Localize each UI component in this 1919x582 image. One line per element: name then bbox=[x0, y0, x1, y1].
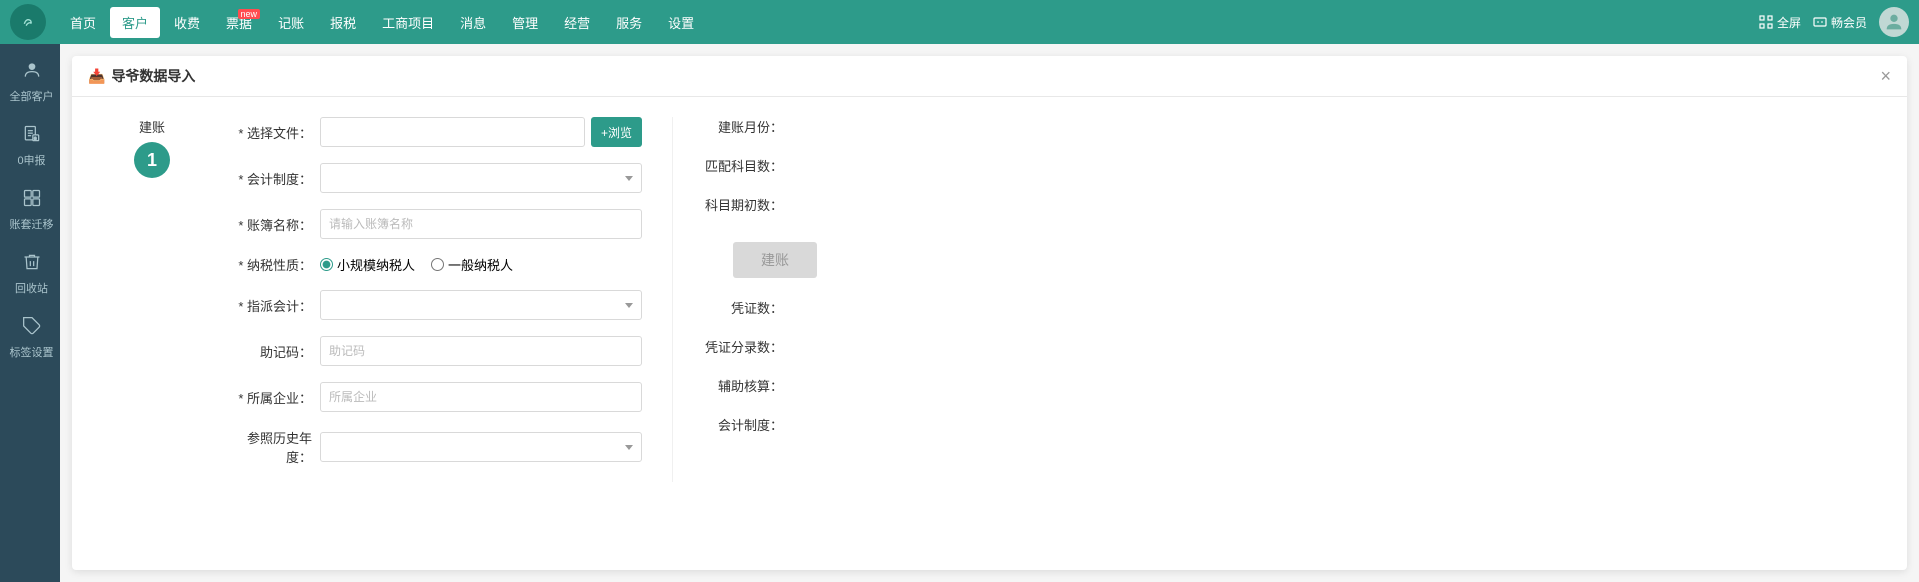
match-subjects-row: 匹配科目数： bbox=[693, 156, 932, 175]
nav-invoice[interactable]: 票据 new bbox=[214, 7, 264, 38]
nav-message[interactable]: 消息 bbox=[448, 7, 498, 38]
form-section: * 选择文件： +浏览 * 会计制度： bbox=[222, 117, 642, 482]
build-account-button[interactable]: 建账 bbox=[733, 242, 817, 278]
assistant-code-input[interactable] bbox=[320, 336, 642, 366]
voucher-count-row: 凭证数： bbox=[693, 298, 932, 317]
assistant-code-label: 助记码： bbox=[222, 342, 312, 361]
dialog-body: 建账 1 * 选择文件： +浏览 * 会计制度： bbox=[72, 97, 1907, 502]
info-accounting-system-label: 会计制度： bbox=[693, 415, 783, 434]
select-file-row: * 选择文件： +浏览 bbox=[222, 117, 642, 147]
general-taxpayer-option[interactable]: 一般纳税人 bbox=[431, 255, 513, 274]
main-layout: 全部客户 0 0申报 账套迁移 回收站 标签设置 bbox=[0, 44, 1919, 582]
assign-accountant-label: * 指派会计： bbox=[222, 296, 312, 315]
reference-year-select[interactable] bbox=[320, 432, 642, 462]
voucher-entries-row: 凭证分录数： bbox=[693, 337, 932, 356]
select-file-wrapper: +浏览 bbox=[320, 117, 642, 147]
voucher-entries-label: 凭证分录数： bbox=[693, 337, 783, 356]
app-logo[interactable] bbox=[10, 4, 46, 40]
sidebar-item-account-migration[interactable]: 账套迁移 bbox=[0, 180, 60, 240]
nav-tax[interactable]: 报税 bbox=[318, 7, 368, 38]
nav-settings[interactable]: 设置 bbox=[656, 7, 706, 38]
new-badge: new bbox=[238, 9, 261, 19]
initial-balance-row: 科目期初数： bbox=[693, 195, 932, 214]
tax-type-label: * 纳税性质： bbox=[222, 255, 312, 274]
nav-customer[interactable]: 客户 bbox=[110, 7, 160, 38]
zero-filing-icon: 0 bbox=[22, 124, 42, 149]
nav-manage[interactable]: 管理 bbox=[500, 7, 550, 38]
nav-bookkeeping[interactable]: 记账 bbox=[266, 7, 316, 38]
recycle-icon bbox=[22, 252, 42, 277]
small-taxpayer-radio[interactable] bbox=[320, 258, 333, 271]
nav-home[interactable]: 首页 bbox=[58, 7, 108, 38]
avatar[interactable] bbox=[1879, 7, 1909, 37]
tag-settings-icon bbox=[22, 316, 42, 341]
nav-fees[interactable]: 收费 bbox=[162, 7, 212, 38]
auxiliary-label: 辅助核算： bbox=[693, 376, 783, 395]
tax-type-row: * 纳税性质： 小规模纳税人 一般纳税人 bbox=[222, 255, 642, 274]
account-migration-icon bbox=[22, 188, 42, 213]
nav-business[interactable]: 工商项目 bbox=[370, 7, 446, 38]
dialog: 📥 导爷数据导入 × 建账 1 * 选择文件： bbox=[72, 56, 1907, 570]
nav-operation[interactable]: 经营 bbox=[552, 7, 602, 38]
content-area: 📥 导爷数据导入 × 建账 1 * 选择文件： bbox=[60, 44, 1919, 582]
initial-balance-label: 科目期初数： bbox=[693, 195, 783, 214]
affiliated-company-label: * 所属企业： bbox=[222, 388, 312, 407]
step-section: 建账 1 bbox=[112, 117, 192, 482]
accounting-system-label: * 会计制度： bbox=[222, 169, 312, 188]
nav-items: 首页 客户 收费 票据 new 记账 报税 工商项目 消息 管理 经营 服务 设… bbox=[58, 7, 1759, 38]
tax-radio-group: 小规模纳税人 一般纳税人 bbox=[320, 255, 513, 274]
title-icon: 📥 bbox=[88, 68, 105, 85]
nav-service[interactable]: 服务 bbox=[604, 7, 654, 38]
ledger-name-row: * 账簿名称： bbox=[222, 209, 642, 239]
accounting-system-row: * 会计制度： bbox=[222, 163, 642, 193]
voucher-count-label: 凭证数： bbox=[693, 298, 783, 317]
close-button[interactable]: × bbox=[1880, 67, 1891, 85]
ledger-name-label: * 账簿名称： bbox=[222, 215, 312, 234]
general-taxpayer-radio[interactable] bbox=[431, 258, 444, 271]
accounting-system-select[interactable] bbox=[320, 163, 642, 193]
nav-right: 全屏 畅会员 bbox=[1759, 7, 1909, 37]
select-file-label: * 选择文件： bbox=[222, 123, 312, 142]
sidebar-item-recycle[interactable]: 回收站 bbox=[0, 244, 60, 304]
assistant-code-row: 助记码： bbox=[222, 336, 642, 366]
assign-accountant-row: * 指派会计： bbox=[222, 290, 642, 320]
dialog-title: 📥 导爷数据导入 bbox=[88, 66, 195, 86]
ledger-name-input[interactable] bbox=[320, 209, 642, 239]
sidebar: 全部客户 0 0申报 账套迁移 回收站 标签设置 bbox=[0, 44, 60, 582]
dialog-header: 📥 导爷数据导入 × bbox=[72, 56, 1907, 97]
affiliated-company-row: * 所属企业： bbox=[222, 382, 642, 412]
select-file-input[interactable] bbox=[320, 117, 585, 147]
info-accounting-system-row: 会计制度： bbox=[693, 415, 932, 434]
match-subjects-label: 匹配科目数： bbox=[693, 156, 783, 175]
reference-year-label: 参照历史年度： bbox=[222, 428, 312, 466]
fullscreen-button[interactable]: 全屏 bbox=[1759, 14, 1801, 31]
affiliated-company-input[interactable] bbox=[320, 382, 642, 412]
info-section: 建账月份： 匹配科目数： 科目期初数： 建账 凭证数： bbox=[672, 117, 932, 482]
auxiliary-row: 辅助核算： bbox=[693, 376, 932, 395]
top-nav: 首页 客户 收费 票据 new 记账 报税 工商项目 消息 管理 经营 服务 设… bbox=[0, 0, 1919, 44]
step-circle: 1 bbox=[134, 142, 170, 178]
all-customers-icon bbox=[22, 60, 42, 85]
create-month-label: 建账月份： bbox=[693, 117, 783, 136]
member-button[interactable]: 畅会员 bbox=[1813, 14, 1867, 31]
browse-button[interactable]: +浏览 bbox=[591, 117, 642, 147]
sidebar-item-tag-settings[interactable]: 标签设置 bbox=[0, 308, 60, 368]
reference-year-row: 参照历史年度： bbox=[222, 428, 642, 466]
assign-accountant-select[interactable] bbox=[320, 290, 642, 320]
sidebar-item-zero-filing[interactable]: 0 0申报 bbox=[0, 116, 60, 176]
small-taxpayer-option[interactable]: 小规模纳税人 bbox=[320, 255, 415, 274]
create-month-row: 建账月份： bbox=[693, 117, 932, 136]
sidebar-item-all-customers[interactable]: 全部客户 bbox=[0, 52, 60, 112]
